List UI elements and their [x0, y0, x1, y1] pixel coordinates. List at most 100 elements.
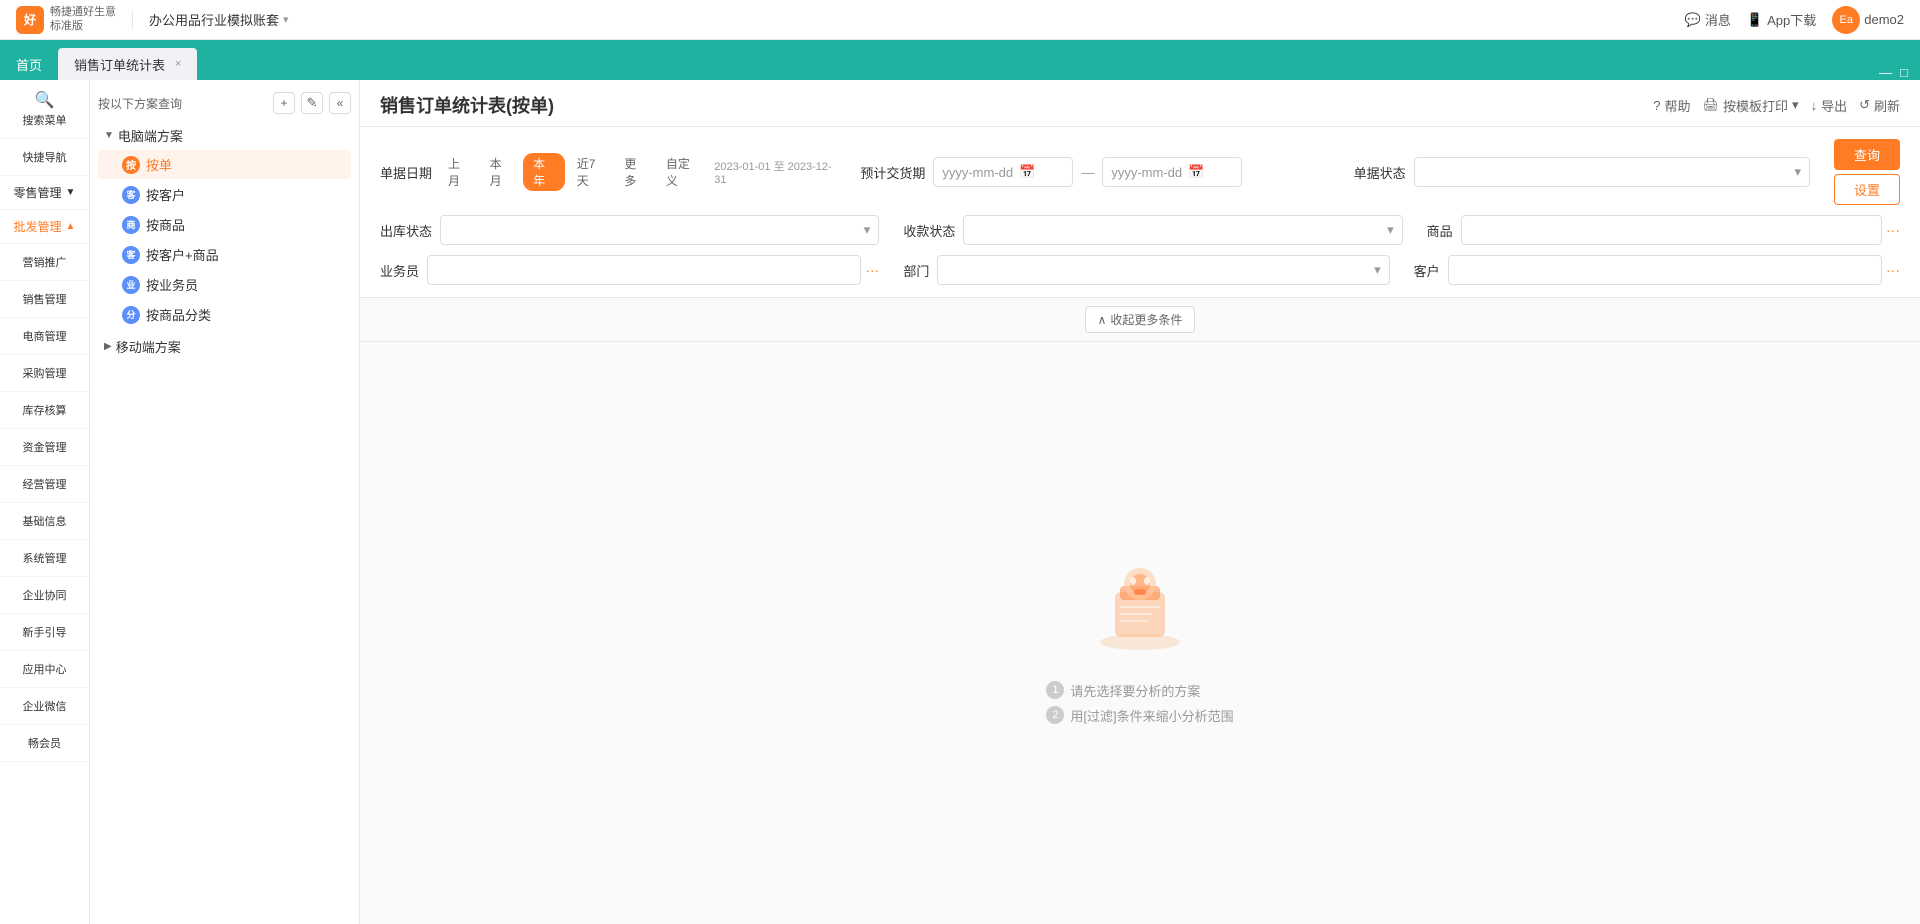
salesperson-group: ··· — [427, 255, 879, 285]
customer-label: 客户 — [1414, 261, 1440, 280]
date-tab-custom[interactable]: 自定义 — [658, 153, 706, 191]
sidebar-item-ecommerce[interactable]: 电商管理 — [0, 318, 89, 355]
pc-schemes-arrow-icon: ▼ — [104, 130, 114, 141]
salesperson-select[interactable] — [427, 255, 861, 285]
date-tab-7days[interactable]: 近7天 — [569, 153, 613, 191]
sidebar-item-basic[interactable]: 基础信息 — [0, 503, 89, 540]
empty-tip-1: 1 请先选择要分析的方案 — [1046, 681, 1233, 700]
message-btn[interactable]: 💬 消息 — [1685, 10, 1731, 29]
window-minimize-btn[interactable]: — — [1879, 65, 1892, 80]
page-actions: ? 帮助 🖨 按模板打印 ▾ ↓ 导出 ↺ 刷新 — [1653, 96, 1900, 115]
export-icon: ↓ — [1811, 98, 1818, 113]
sidebar-item-appcenter[interactable]: 应用中心 — [0, 651, 89, 688]
delivery-status-dropdown-icon: ▾ — [864, 222, 871, 238]
edit-scheme-btn[interactable]: ✎ — [301, 92, 323, 114]
collapse-icon: ∧ — [1098, 313, 1107, 327]
user-menu[interactable]: Ea demo2 — [1832, 6, 1904, 34]
customer-more-btn[interactable]: ··· — [1886, 262, 1900, 278]
scheme-by-cg-icon: 客 — [122, 246, 140, 264]
goods-more-btn[interactable]: ··· — [1886, 222, 1900, 238]
search-icon: 🔍 — [8, 90, 81, 110]
empty-illustration — [1080, 542, 1200, 665]
refresh-btn[interactable]: ↺ 刷新 — [1859, 96, 1900, 115]
date-tab-more[interactable]: 更多 — [616, 153, 654, 191]
scheme-by-goods[interactable]: 商 按商品 — [98, 210, 351, 239]
print-dropdown-icon: ▾ — [1792, 97, 1799, 113]
sidebar-item-system[interactable]: 系统管理 — [0, 540, 89, 577]
scheme-by-customer-goods[interactable]: 客 按客户+商品 — [98, 240, 351, 269]
date-label: 单据日期 — [380, 163, 432, 182]
sidebar-item-collab[interactable]: 企业协同 — [0, 577, 89, 614]
date-tab-last-month[interactable]: 上月 — [440, 153, 478, 191]
sidebar-item-operations[interactable]: 经营管理 — [0, 466, 89, 503]
delivery-date-start[interactable]: yyyy-mm-dd 📅 — [933, 157, 1073, 187]
top-bar-left: 好 畅捷通好生意 标准版 办公用品行业模拟账套 ▾ — [16, 6, 289, 34]
sidebar-item-guide[interactable]: 新手引导 — [0, 614, 89, 651]
setting-button[interactable]: 设置 — [1834, 174, 1900, 205]
sidebar-item-wholesale[interactable]: 批发管理 ▲ — [0, 210, 89, 244]
delivery-date-end[interactable]: yyyy-mm-dd 📅 — [1102, 157, 1242, 187]
retail-arrow-icon: ▼ — [66, 187, 76, 198]
scheme-by-customer-icon: 客 — [122, 186, 140, 204]
collapse-more-btn[interactable]: ∧ 收起更多条件 — [1085, 306, 1196, 333]
collapse-panel-btn[interactable]: « — [329, 92, 351, 114]
sidebar-item-quicknav[interactable]: 快捷导航 — [0, 139, 89, 176]
add-scheme-btn[interactable]: + — [273, 92, 295, 114]
top-bar-right: 💬 消息 📱 App下载 Ea demo2 — [1685, 6, 1904, 34]
refresh-icon: ↺ — [1859, 97, 1870, 113]
delivery-date-label: 预计交货期 — [860, 163, 925, 182]
tab-home[interactable]: 首页 — [0, 48, 58, 80]
salesperson-more-btn[interactable]: ··· — [865, 262, 879, 278]
message-icon: 💬 — [1685, 12, 1701, 28]
salesperson-label: 业务员 — [380, 261, 419, 280]
tab-sales-order[interactable]: 销售订单统计表 × — [58, 48, 197, 80]
template-print-btn[interactable]: 🖨 按模板打印 ▾ — [1703, 96, 1799, 115]
scheme-by-category[interactable]: 分 按商品分类 — [98, 300, 351, 329]
payment-status-select[interactable]: ▾ — [963, 215, 1402, 245]
pc-schemes-section: ▼ 电脑端方案 按 按单 客 按客户 商 按商品 客 按客户+商品 — [98, 122, 351, 329]
sidebar-item-purchase[interactable]: 采购管理 — [0, 355, 89, 392]
mobile-schemes-parent[interactable]: ▶ 移动端方案 — [98, 333, 351, 360]
avatar: Ea — [1832, 6, 1860, 34]
export-btn[interactable]: ↓ 导出 — [1811, 96, 1848, 115]
sidebar-item-wechat[interactable]: 企业微信 — [0, 688, 89, 725]
logo-area: 好 畅捷通好生意 标准版 — [16, 6, 116, 34]
breadcrumb-dropdown-icon[interactable]: ▾ — [283, 13, 289, 26]
main-layout: 🔍 搜索菜单 快捷导航 零售管理 ▼ 批发管理 ▲ 营销推广 销售管理 电商管理… — [0, 80, 1920, 924]
delivery-status-select[interactable]: ▾ — [440, 215, 879, 245]
customer-select[interactable] — [1448, 255, 1882, 285]
goods-group: ··· — [1461, 215, 1900, 245]
bill-status-group: ▾ — [1414, 157, 1810, 187]
logo-icon: 好 — [16, 6, 44, 34]
date-tab-this-month[interactable]: 本月 — [482, 153, 520, 191]
top-bar: 好 畅捷通好生意 标准版 办公用品行业模拟账套 ▾ 💬 消息 📱 App下载 E… — [0, 0, 1920, 40]
scheme-by-salesperson[interactable]: 业 按业务员 — [98, 270, 351, 299]
sidebar-item-search[interactable]: 🔍 搜索菜单 — [0, 80, 89, 139]
goods-select[interactable] — [1461, 215, 1882, 245]
sidebar-item-marketing[interactable]: 营销推广 — [0, 244, 89, 281]
search-button[interactable]: 查询 — [1834, 139, 1900, 170]
sidebar-item-member[interactable]: 畅会员 — [0, 725, 89, 762]
bill-status-select[interactable]: ▾ — [1414, 157, 1810, 187]
scheme-by-customer[interactable]: 客 按客户 — [98, 180, 351, 209]
sidebar-item-finance[interactable]: 资金管理 — [0, 429, 89, 466]
payment-status-label: 收款状态 — [903, 221, 955, 240]
sidebar-item-inventory[interactable]: 库存核算 — [0, 392, 89, 429]
scheme-by-cat-icon: 分 — [122, 306, 140, 324]
sidebar-item-retail[interactable]: 零售管理 ▼ — [0, 176, 89, 210]
left-panel-header: 按以下方案查询 + ✎ « — [98, 92, 351, 114]
app-download-btn[interactable]: 📱 App下载 — [1747, 10, 1816, 29]
sidebar-item-sales[interactable]: 销售管理 — [0, 281, 89, 318]
tab-close-btn[interactable]: × — [175, 58, 181, 70]
window-maximize-btn[interactable]: □ — [1900, 65, 1908, 80]
page-title: 销售订单统计表(按单) — [380, 92, 554, 118]
delivery-date-group: yyyy-mm-dd 📅 — yyyy-mm-dd 📅 — [933, 157, 1329, 187]
department-label: 部门 — [903, 261, 929, 280]
department-select[interactable]: ▾ — [937, 255, 1389, 285]
scheme-by-order[interactable]: 按 按单 — [98, 150, 351, 179]
delivery-status-label: 出库状态 — [380, 221, 432, 240]
date-tab-this-year[interactable]: 本年 — [523, 153, 565, 191]
help-btn[interactable]: ? 帮助 — [1653, 96, 1690, 115]
pc-schemes-parent[interactable]: ▼ 电脑端方案 — [98, 122, 351, 149]
date-range-text: 2023-01-01 至 2023-12-31 — [714, 158, 836, 186]
